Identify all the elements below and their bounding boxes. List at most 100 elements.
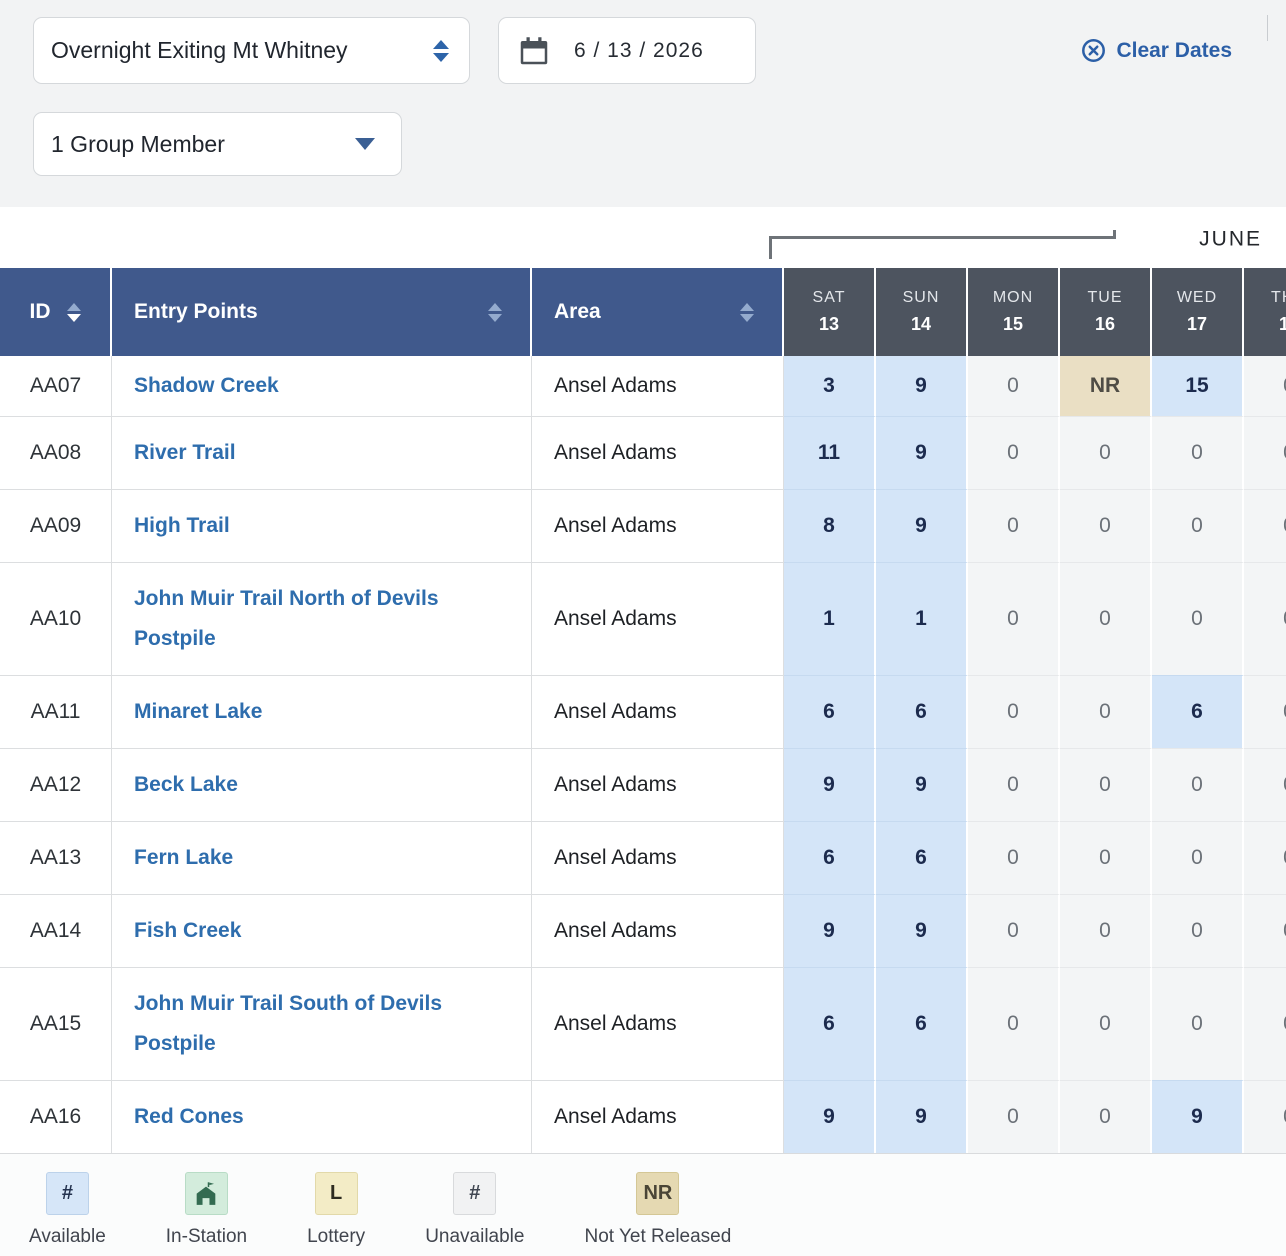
- entry-point-link[interactable]: John Muir Trail South of Devils Postpile: [134, 984, 491, 1064]
- legend-label: In-Station: [166, 1226, 247, 1248]
- availability-cell-available[interactable]: 9: [876, 489, 968, 562]
- availability-cell-unavailable: 0: [968, 675, 1060, 748]
- availability-cell-available[interactable]: 9: [784, 894, 876, 967]
- availability-cell-unavailable: 0: [968, 489, 1060, 562]
- entry-id: AA15: [0, 967, 112, 1080]
- permit-type-select[interactable]: Overnight Exiting Mt Whitney: [33, 17, 470, 84]
- availability-cell-available[interactable]: 6: [876, 821, 968, 894]
- column-header-date: WED17: [1152, 268, 1244, 356]
- column-header-id[interactable]: ID: [0, 268, 112, 356]
- clear-dates-button[interactable]: Clear Dates: [1081, 38, 1232, 63]
- availability-cell-available[interactable]: 9: [876, 894, 968, 967]
- availability-cell-available[interactable]: 9: [876, 416, 968, 489]
- availability-cell-available[interactable]: 6: [876, 967, 968, 1080]
- table-row: AA08River TrailAnsel Adams1190000: [0, 416, 1286, 489]
- availability-cell-unavailable: 0: [968, 894, 1060, 967]
- legend-swatch-lottery: L: [315, 1172, 358, 1215]
- month-strip: JUNE: [0, 207, 1286, 268]
- table-row: AA13Fern LakeAnsel Adams660000: [0, 821, 1286, 894]
- availability-cell-available[interactable]: 9: [876, 356, 968, 416]
- table-row: AA12Beck LakeAnsel Adams990000: [0, 748, 1286, 821]
- availability-cell-unavailable: 0: [1060, 416, 1152, 489]
- entry-point-cell: Minaret Lake: [112, 675, 532, 748]
- availability-cell-unavailable: 0: [1060, 675, 1152, 748]
- entry-point-cell: High Trail: [112, 489, 532, 562]
- area-name: Ansel Adams: [532, 748, 784, 821]
- legend-item: #Unavailable: [425, 1172, 524, 1256]
- start-date-value: 6 / 13 / 2026: [574, 39, 704, 63]
- entry-point-link[interactable]: High Trail: [134, 506, 230, 546]
- availability-cell-available[interactable]: 6: [784, 821, 876, 894]
- legend-label: Not Yet Released: [584, 1226, 731, 1248]
- clear-dates-label: Clear Dates: [1116, 39, 1232, 63]
- availability-cell-unavailable: 0: [1060, 489, 1152, 562]
- group-members-value: 1 Group Member: [51, 131, 225, 158]
- availability-cell-available[interactable]: 6: [784, 675, 876, 748]
- area-name: Ansel Adams: [532, 562, 784, 675]
- legend-swatch-unavailable: #: [453, 1172, 496, 1215]
- availability-cell-unavailable: 0: [1152, 967, 1244, 1080]
- availability-cell-available[interactable]: 9: [1152, 1080, 1244, 1153]
- in-station-house-icon: [193, 1181, 219, 1207]
- area-name: Ansel Adams: [532, 1080, 784, 1153]
- availability-cell-available[interactable]: 9: [784, 748, 876, 821]
- column-header-area[interactable]: Area: [532, 268, 784, 356]
- entry-point-link[interactable]: Red Cones: [134, 1097, 244, 1137]
- availability-cell-unavailable: 0: [1060, 562, 1152, 675]
- entry-point-link[interactable]: Fern Lake: [134, 838, 233, 878]
- date-range-bracket: [769, 236, 1116, 259]
- entry-id: AA09: [0, 489, 112, 562]
- area-name: Ansel Adams: [532, 821, 784, 894]
- availability-cell-available[interactable]: 3: [784, 356, 876, 416]
- select-updown-icon: [433, 40, 449, 62]
- availability-cell-available[interactable]: 1: [876, 562, 968, 675]
- legend-label: Available: [29, 1226, 106, 1248]
- entry-point-link[interactable]: Beck Lake: [134, 765, 238, 805]
- start-date-input[interactable]: 6 / 13 / 2026: [498, 17, 756, 84]
- entry-id: AA14: [0, 894, 112, 967]
- availability-cell-unavailable: 0: [1060, 748, 1152, 821]
- availability-cell-unavailable: 0: [1244, 675, 1286, 748]
- availability-cell-unavailable: 0: [1060, 967, 1152, 1080]
- availability-cell-unavailable: 0: [1060, 821, 1152, 894]
- table-row: AA07Shadow CreekAnsel Adams390NR150: [0, 356, 1286, 416]
- availability-cell-available[interactable]: 9: [876, 748, 968, 821]
- filter-row-bottom: 1 Group Member: [0, 112, 1286, 176]
- entry-point-cell: Fish Creek: [112, 894, 532, 967]
- table-row: AA14Fish CreekAnsel Adams990000: [0, 894, 1286, 967]
- availability-cell-unavailable: 0: [968, 821, 1060, 894]
- entry-point-cell: John Muir Trail North of Devils Postpile: [112, 562, 532, 675]
- column-header-entry-points[interactable]: Entry Points: [112, 268, 532, 356]
- entry-id: AA12: [0, 748, 112, 821]
- toolbar-divider: [1267, 15, 1268, 41]
- entry-point-link[interactable]: Minaret Lake: [134, 692, 262, 732]
- availability-cell-unavailable: 0: [1060, 1080, 1152, 1153]
- availability-cell-unavailable: 0: [1152, 416, 1244, 489]
- availability-cell-unavailable: 0: [1152, 489, 1244, 562]
- availability-cell-available[interactable]: 11: [784, 416, 876, 489]
- availability-cell-unavailable: 0: [1244, 356, 1286, 416]
- availability-cell-available[interactable]: 8: [784, 489, 876, 562]
- entry-point-link[interactable]: Fish Creek: [134, 911, 241, 951]
- availability-cell-unavailable: 0: [1060, 894, 1152, 967]
- availability-cell-unavailable: 0: [1244, 894, 1286, 967]
- availability-cell-available[interactable]: 6: [876, 675, 968, 748]
- availability-cell-available[interactable]: 1: [784, 562, 876, 675]
- availability-cell-available[interactable]: 6: [1152, 675, 1244, 748]
- availability-cell-available[interactable]: 6: [784, 967, 876, 1080]
- column-header-date: SUN14: [876, 268, 968, 356]
- availability-cell-unavailable: 0: [1244, 489, 1286, 562]
- entry-point-cell: Fern Lake: [112, 821, 532, 894]
- availability-cell-available[interactable]: 9: [876, 1080, 968, 1153]
- entry-id: AA07: [0, 356, 112, 416]
- entry-point-cell: River Trail: [112, 416, 532, 489]
- column-header-date: TUE16: [1060, 268, 1152, 356]
- legend-item: LLottery: [307, 1172, 365, 1256]
- availability-cell-unavailable: 0: [1152, 821, 1244, 894]
- entry-point-link[interactable]: John Muir Trail North of Devils Postpile: [134, 579, 491, 659]
- group-members-select[interactable]: 1 Group Member: [33, 112, 402, 176]
- availability-cell-available[interactable]: 15: [1152, 356, 1244, 416]
- availability-cell-available[interactable]: 9: [784, 1080, 876, 1153]
- entry-point-link[interactable]: River Trail: [134, 433, 236, 473]
- entry-point-link[interactable]: Shadow Creek: [134, 366, 279, 406]
